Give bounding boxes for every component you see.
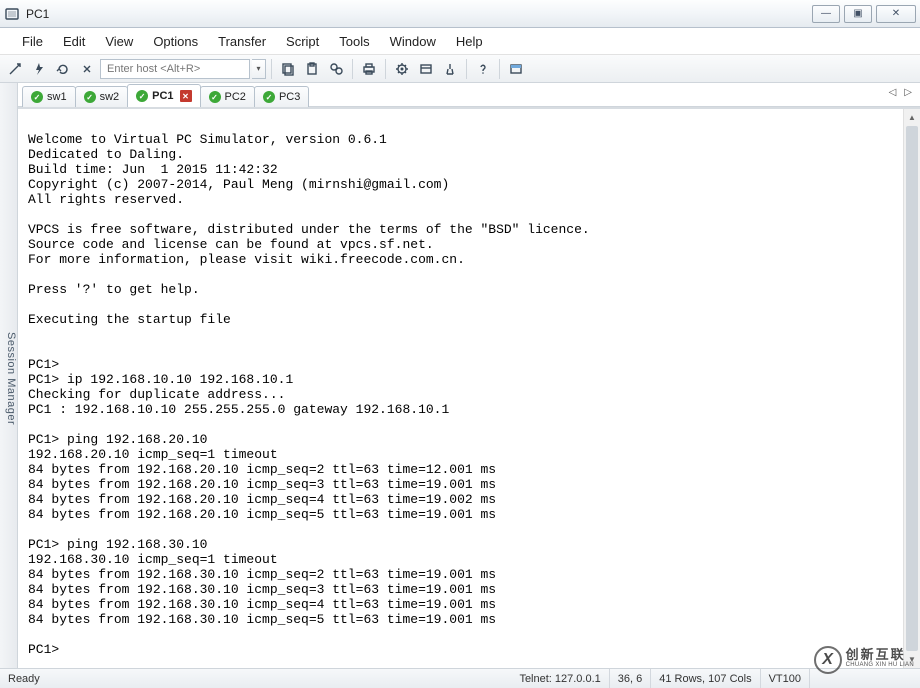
options-icon[interactable] bbox=[391, 58, 413, 80]
menu-options[interactable]: Options bbox=[143, 30, 208, 53]
disconnect-icon[interactable] bbox=[76, 58, 98, 80]
scroll-up-icon[interactable]: ▲ bbox=[904, 109, 920, 126]
menu-transfer[interactable]: Transfer bbox=[208, 30, 276, 53]
connect-icon[interactable] bbox=[4, 58, 26, 80]
menu-view[interactable]: View bbox=[95, 30, 143, 53]
minimize-button[interactable]: — bbox=[812, 5, 840, 23]
watermark: X 创新互联 CHUANG XIN HU LIAN bbox=[814, 646, 914, 674]
quick-connect-icon[interactable] bbox=[28, 58, 50, 80]
copy-icon[interactable] bbox=[277, 58, 299, 80]
tab-label: sw2 bbox=[100, 91, 120, 103]
terminal[interactable]: Welcome to Virtual PC Simulator, version… bbox=[18, 109, 903, 668]
watermark-text-1: 创新互联 bbox=[846, 649, 914, 660]
tabbar: ✓ sw1 ✓ sw2 ✓ PC1 ✕ ✓ PC2 ✓ PC3 ◁ ▷ bbox=[0, 83, 920, 107]
tab-label: PC1 bbox=[152, 90, 173, 102]
menu-script[interactable]: Script bbox=[276, 30, 329, 53]
help-icon[interactable] bbox=[472, 58, 494, 80]
menu-file[interactable]: File bbox=[12, 30, 53, 53]
tab-sw2[interactable]: ✓ sw2 bbox=[75, 86, 129, 107]
menu-window[interactable]: Window bbox=[380, 30, 446, 53]
scrollbar[interactable]: ▲ ▼ bbox=[903, 109, 920, 668]
keymap-icon[interactable] bbox=[439, 58, 461, 80]
separator-icon bbox=[466, 59, 467, 79]
watermark-logo-icon: X bbox=[814, 646, 842, 674]
status-ready: Ready bbox=[0, 669, 48, 688]
status-emulation: VT100 bbox=[761, 669, 810, 688]
tab-pc2[interactable]: ✓ PC2 bbox=[200, 86, 255, 107]
close-button[interactable]: ✕ bbox=[876, 5, 916, 23]
tab-pc3[interactable]: ✓ PC3 bbox=[254, 86, 309, 107]
host-input[interactable]: Enter host <Alt+R> bbox=[100, 59, 250, 79]
toolbar: Enter host <Alt+R> ▾ bbox=[0, 55, 920, 83]
check-icon: ✓ bbox=[136, 90, 148, 102]
check-icon: ✓ bbox=[263, 91, 275, 103]
menu-edit[interactable]: Edit bbox=[53, 30, 95, 53]
status-cursor-pos: 36, 6 bbox=[610, 669, 651, 688]
statusbar: Ready Telnet: 127.0.0.1 36, 6 41 Rows, 1… bbox=[0, 668, 920, 688]
maximize-button[interactable]: ▣ bbox=[844, 5, 872, 23]
separator-icon bbox=[271, 59, 272, 79]
check-icon: ✓ bbox=[209, 91, 221, 103]
tab-pc1[interactable]: ✓ PC1 ✕ bbox=[127, 84, 200, 107]
separator-icon bbox=[499, 59, 500, 79]
menu-tools[interactable]: Tools bbox=[329, 30, 379, 53]
host-dropdown-icon[interactable]: ▾ bbox=[252, 59, 266, 79]
tab-label: PC3 bbox=[279, 91, 300, 103]
scroll-right-icon[interactable]: ▷ bbox=[904, 87, 912, 98]
paste-icon[interactable] bbox=[301, 58, 323, 80]
check-icon: ✓ bbox=[31, 91, 43, 103]
session-options-icon[interactable] bbox=[415, 58, 437, 80]
menubar: File Edit View Options Transfer Script T… bbox=[0, 28, 920, 55]
toggle-icon[interactable] bbox=[505, 58, 527, 80]
close-tab-icon[interactable]: ✕ bbox=[180, 90, 192, 102]
tab-nav: ◁ ▷ bbox=[889, 87, 912, 98]
separator-icon bbox=[385, 59, 386, 79]
tab-label: PC2 bbox=[225, 91, 246, 103]
check-icon: ✓ bbox=[84, 91, 96, 103]
scroll-thumb[interactable] bbox=[906, 126, 918, 651]
tab-sw1[interactable]: ✓ sw1 bbox=[22, 86, 76, 107]
window-title: PC1 bbox=[26, 7, 808, 21]
tab-label: sw1 bbox=[47, 91, 67, 103]
menu-help[interactable]: Help bbox=[446, 30, 493, 53]
terminal-area: Welcome to Virtual PC Simulator, version… bbox=[18, 107, 920, 668]
status-size: 41 Rows, 107 Cols bbox=[651, 669, 760, 688]
scroll-left-icon[interactable]: ◁ bbox=[889, 87, 897, 98]
find-icon[interactable] bbox=[325, 58, 347, 80]
app-icon bbox=[4, 6, 20, 22]
separator-icon bbox=[352, 59, 353, 79]
session-manager-tab[interactable]: Session Manager bbox=[0, 83, 18, 668]
titlebar: PC1 — ▣ ✕ bbox=[0, 0, 920, 28]
print-icon[interactable] bbox=[358, 58, 380, 80]
watermark-text-2: CHUANG XIN HU LIAN bbox=[846, 660, 914, 671]
status-connection: Telnet: 127.0.0.1 bbox=[511, 669, 609, 688]
reconnect-icon[interactable] bbox=[52, 58, 74, 80]
